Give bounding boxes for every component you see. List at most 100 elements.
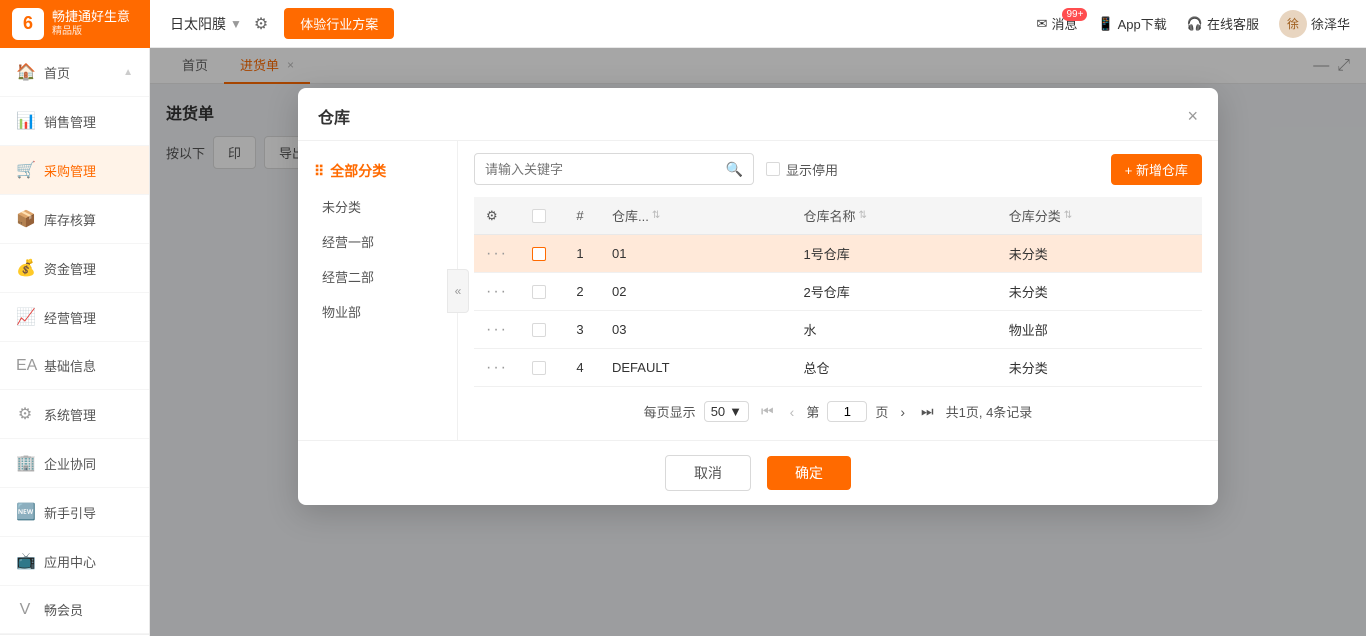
row-num: 3 (560, 311, 600, 349)
category-property[interactable]: 物业部 (298, 294, 457, 329)
show-disabled-toggle[interactable]: 显示停用 (766, 160, 838, 179)
prev-page-btn[interactable]: ‹ (786, 402, 799, 422)
cancel-btn[interactable]: 取消 (665, 455, 751, 491)
collapse-panel-btn[interactable]: « (447, 269, 469, 313)
category-unclassified[interactable]: 未分类 (298, 189, 457, 224)
row-num: 4 (560, 349, 600, 387)
first-page-btn[interactable]: ⏮ (757, 401, 778, 422)
message-icon: ✉ (1037, 16, 1048, 32)
row-checkbox[interactable] (532, 247, 546, 261)
more-icon[interactable]: ··· (486, 283, 508, 300)
next-page-btn[interactable]: › (896, 402, 909, 422)
messages-badge: 99+ (1062, 8, 1087, 21)
page-number-input[interactable] (827, 401, 867, 422)
page-size-select[interactable]: 50 ▼ (704, 401, 749, 422)
sidebar-item-guide[interactable]: 🆕 新手引导 (0, 488, 149, 537)
row-more[interactable]: ··· (474, 235, 520, 273)
row-code: DEFAULT (600, 349, 792, 387)
user-menu[interactable]: 徐 徐泽华 (1279, 10, 1350, 38)
collapse-icon: « (455, 284, 462, 298)
more-icon[interactable]: ··· (486, 359, 508, 376)
dialog-title: 仓库 (318, 104, 350, 128)
sidebar-item-finance[interactable]: 💰 资金管理 (0, 244, 149, 293)
show-disabled-checkbox[interactable] (766, 162, 780, 176)
table-row[interactable]: ··· 4 DEFAULT 总仓 未分类 (474, 349, 1202, 387)
company-selector[interactable]: 日太阳膜 ▼ (170, 14, 242, 34)
sidebar-item-home[interactable]: 🏠 首页 ▲ (0, 48, 149, 97)
row-checkbox[interactable] (532, 285, 546, 299)
top-header: 6 畅捷通好生意 精品版 日太阳膜 ▼ ⚙ 体验行业方案 ✉ 消息 99+ 📱 … (0, 0, 1366, 48)
add-warehouse-btn[interactable]: + 新增仓库 (1111, 154, 1202, 185)
more-icon[interactable]: ··· (486, 245, 508, 262)
row-more[interactable]: ··· (474, 349, 520, 387)
table-row[interactable]: ··· 2 02 2号仓库 未分类 (474, 273, 1202, 311)
grid-icon: ⠿ (314, 163, 324, 180)
sort-code[interactable]: 仓库... ⇅ (612, 206, 660, 225)
inventory-icon: 📦 (16, 209, 34, 229)
sidebar-item-purchase[interactable]: 🛒 采购管理 (0, 146, 149, 195)
sidebar-item-sales[interactable]: 📊 销售管理 (0, 97, 149, 146)
col-name-header[interactable]: 仓库名称 ⇅ (792, 197, 997, 235)
all-categories-btn[interactable]: ⠿ 全部分类 (298, 153, 457, 189)
dialog-close-btn[interactable]: × (1187, 106, 1198, 127)
sidebar-item-operations[interactable]: 📈 经营管理 (0, 293, 149, 342)
finance-icon: 💰 (16, 258, 34, 278)
home-icon: 🏠 (16, 62, 34, 82)
main-content: 首页 进货单 × — ⤢ 进货单 按以下 印 导出 刷新 查询 设置 (150, 48, 1366, 636)
sidebar-item-system[interactable]: ⚙ 系统管理 (0, 390, 149, 439)
trial-btn[interactable]: 体验行业方案 (284, 8, 394, 39)
sidebar-item-enterprise[interactable]: 🏢 企业协同 (0, 439, 149, 488)
row-checkbox-cell[interactable] (520, 349, 560, 387)
col-category-header[interactable]: 仓库分类 ⇅ (997, 197, 1202, 235)
search-box: 🔍 (474, 153, 754, 185)
sort-category[interactable]: 仓库分类 ⇅ (1009, 206, 1072, 225)
sidebar: 🏠 首页 ▲ 📊 销售管理 🛒 采购管理 📦 库存核算 💰 资金管理 📈 经营管… (0, 48, 150, 636)
more-icon[interactable]: ··· (486, 321, 508, 338)
apps-icon: 📺 (16, 551, 34, 571)
pagination: 每页显示 50 ▼ ⏮ ‹ 第 页 › ⏭ 共1页 (474, 387, 1202, 428)
table-row[interactable]: ··· 3 03 水 物业部 (474, 311, 1202, 349)
sidebar-item-inventory[interactable]: 📦 库存核算 (0, 195, 149, 244)
table-toolbar: 🔍 显示停用 + 新增仓库 (474, 153, 1202, 185)
last-page-btn[interactable]: ⏭ (917, 401, 938, 422)
logo-area: 6 畅捷通好生意 精品版 (0, 0, 150, 48)
sidebar-item-member[interactable]: V 畅会员 (0, 586, 149, 634)
col-code-header[interactable]: 仓库... ⇅ (600, 197, 792, 235)
sidebar-item-basic[interactable]: EA 基础信息 (0, 342, 149, 390)
app-download-btn[interactable]: 📱 App下载 (1097, 14, 1166, 33)
search-input[interactable] (485, 162, 726, 177)
sort-name[interactable]: 仓库名称 ⇅ (804, 206, 867, 225)
chevron-icon: ▲ (123, 67, 133, 78)
row-more[interactable]: ··· (474, 311, 520, 349)
col-gear: ⚙ (474, 197, 520, 235)
brand-text: 畅捷通好生意 精品版 (52, 9, 130, 39)
row-category: 未分类 (997, 273, 1202, 311)
dialog-body: ⠿ 全部分类 未分类 经营一部 经营二部 物业部 (298, 141, 1218, 440)
table-row[interactable]: ··· 1 01 1号仓库 未分类 (474, 235, 1202, 273)
category-dept2[interactable]: 经营二部 (298, 259, 457, 294)
row-checkbox[interactable] (532, 323, 546, 337)
sort-name-icon: ⇅ (859, 210, 867, 221)
category-dept1[interactable]: 经营一部 (298, 224, 457, 259)
row-checkbox-cell[interactable] (520, 235, 560, 273)
sort-category-icon: ⇅ (1064, 210, 1072, 221)
category-panel: ⠿ 全部分类 未分类 经营一部 经营二部 物业部 (298, 141, 458, 440)
dialog-overlay: 仓库 × ⠿ 全部分类 未分类 经营一 (150, 48, 1366, 636)
header-right: ✉ 消息 99+ 📱 App下载 🎧 在线客服 徐 徐泽华 (1037, 10, 1350, 38)
messages-btn[interactable]: ✉ 消息 99+ (1037, 14, 1078, 33)
select-all-checkbox[interactable] (532, 209, 546, 223)
row-name: 2号仓库 (792, 273, 997, 311)
settings-icon[interactable]: ⚙ (254, 14, 268, 34)
row-name: 水 (792, 311, 997, 349)
mobile-icon: 📱 (1097, 16, 1113, 32)
col-check-all[interactable] (520, 197, 560, 235)
customer-service-btn[interactable]: 🎧 在线客服 (1187, 14, 1259, 33)
row-more[interactable]: ··· (474, 273, 520, 311)
sidebar-item-apps[interactable]: 📺 应用中心 (0, 537, 149, 586)
row-checkbox-cell[interactable] (520, 311, 560, 349)
row-checkbox-cell[interactable] (520, 273, 560, 311)
sales-icon: 📊 (16, 111, 34, 131)
row-checkbox[interactable] (532, 361, 546, 375)
confirm-btn[interactable]: 确定 (767, 456, 851, 490)
search-icon[interactable]: 🔍 (726, 161, 743, 178)
